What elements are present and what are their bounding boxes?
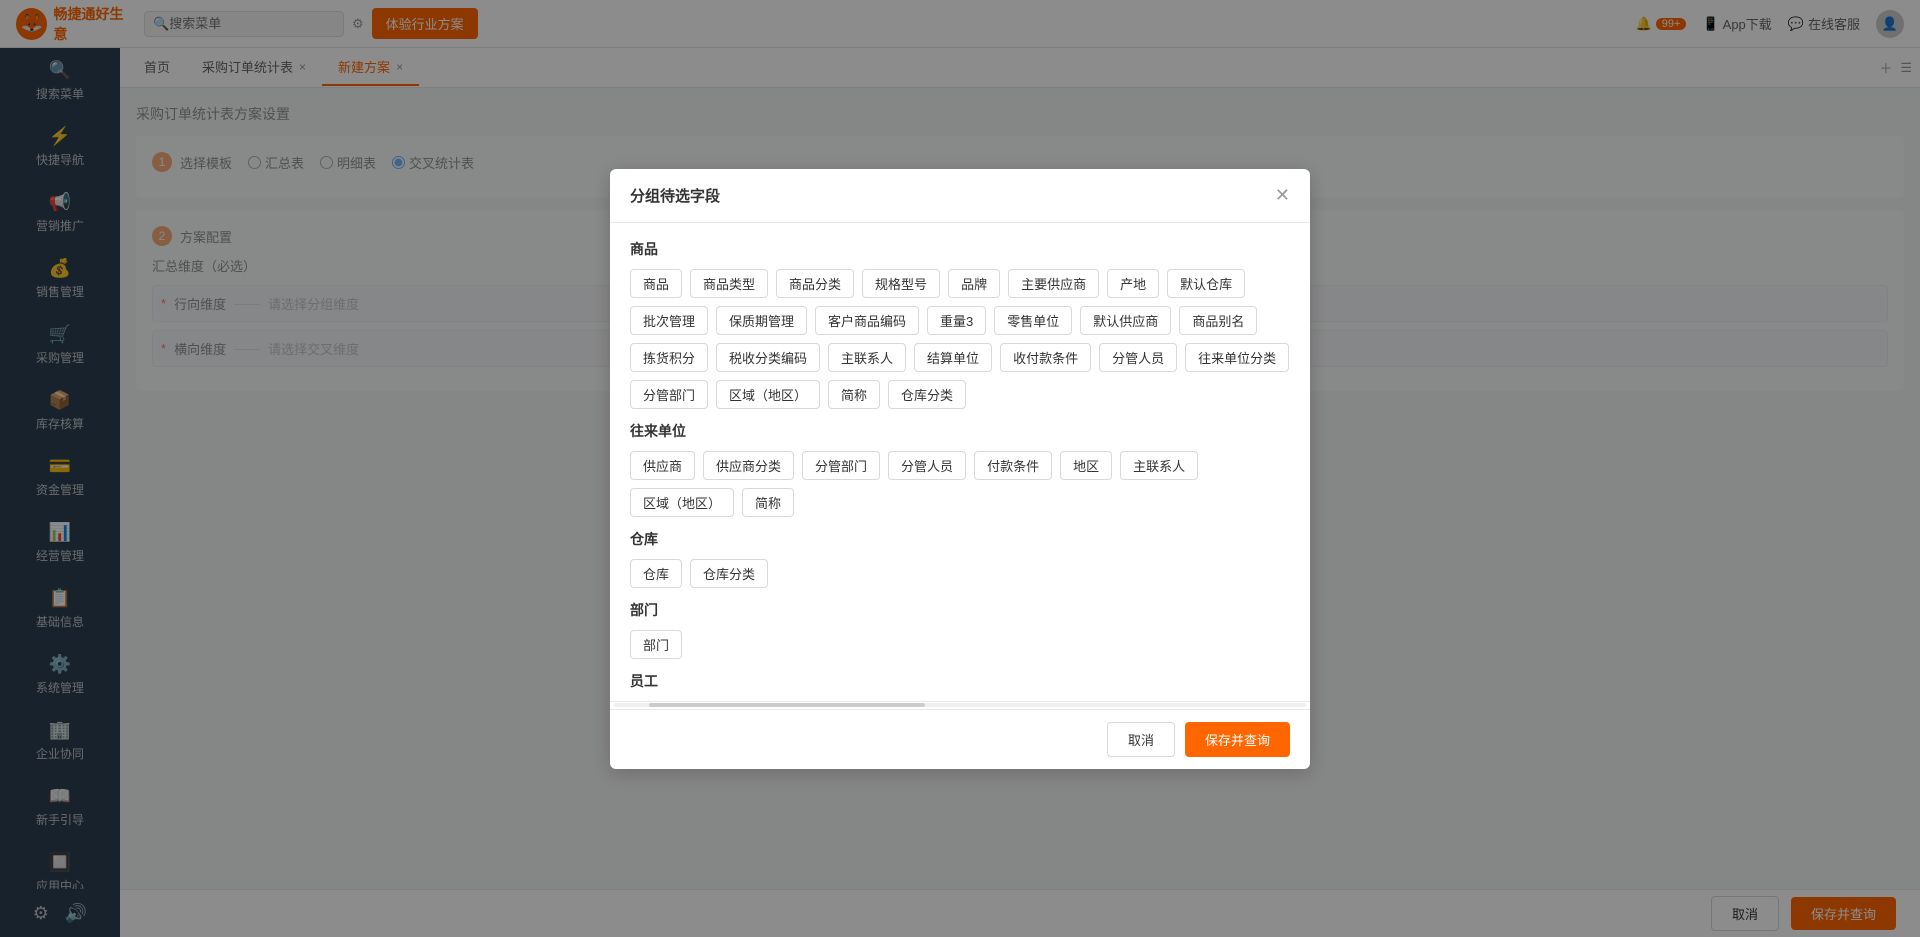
field-customer-code[interactable]: 客户商品编码 bbox=[815, 306, 919, 335]
modal-cancel-button[interactable]: 取消 bbox=[1107, 722, 1175, 757]
field-grid-dept: 部门 bbox=[630, 630, 1290, 659]
field-supplier[interactable]: 供应商 bbox=[630, 451, 695, 480]
field-dept-item[interactable]: 部门 bbox=[630, 630, 682, 659]
field-grid-goods: 商品 商品类型 商品分类 规格型号 品牌 主要供应商 产地 默认仓库 批次管理 … bbox=[630, 269, 1290, 409]
field-main-supplier[interactable]: 主要供应商 bbox=[1008, 269, 1099, 298]
section-title-dept: 部门 bbox=[630, 600, 1290, 620]
modal: 分组待选字段 ✕ 商品 商品 商品类型 商品分类 规格型号 品牌 主要供应商 产… bbox=[610, 169, 1310, 769]
field-short-name-sup[interactable]: 简称 bbox=[742, 488, 794, 517]
field-grid-warehouse: 仓库 仓库分类 bbox=[630, 559, 1290, 588]
field-goods-alias[interactable]: 商品别名 bbox=[1179, 306, 1257, 335]
modal-overlay: 分组待选字段 ✕ 商品 商品 商品类型 商品分类 规格型号 品牌 主要供应商 产… bbox=[0, 0, 1920, 937]
modal-footer: 取消 保存并查询 bbox=[610, 709, 1310, 769]
field-weight[interactable]: 重量3 bbox=[927, 306, 986, 335]
field-region-sup2[interactable]: 区域（地区） bbox=[630, 488, 734, 517]
field-goods-spec[interactable]: 规格型号 bbox=[862, 269, 940, 298]
field-expiry-mgmt[interactable]: 保质期管理 bbox=[716, 306, 807, 335]
section-title-warehouse: 仓库 bbox=[630, 529, 1290, 549]
hscroll-track bbox=[614, 703, 1306, 707]
field-origin[interactable]: 产地 bbox=[1107, 269, 1159, 298]
field-default-warehouse[interactable]: 默认仓库 bbox=[1167, 269, 1245, 298]
modal-body: 商品 商品 商品类型 商品分类 规格型号 品牌 主要供应商 产地 默认仓库 批次… bbox=[610, 223, 1310, 701]
modal-header: 分组待选字段 ✕ bbox=[610, 169, 1310, 223]
field-warehouse-cat[interactable]: 仓库分类 bbox=[690, 559, 768, 588]
field-tax-code[interactable]: 税收分类编码 bbox=[716, 343, 820, 372]
field-brand[interactable]: 品牌 bbox=[948, 269, 1000, 298]
field-goods[interactable]: 商品 bbox=[630, 269, 682, 298]
hscroll-thumb bbox=[649, 703, 926, 707]
section-title-staff: 员工 bbox=[630, 671, 1290, 691]
field-main-contact[interactable]: 主联系人 bbox=[828, 343, 906, 372]
field-goods-type[interactable]: 商品类型 bbox=[690, 269, 768, 298]
modal-horizontal-scroll[interactable] bbox=[610, 701, 1310, 709]
field-short-name-goods[interactable]: 简称 bbox=[828, 380, 880, 409]
field-main-contact-sup[interactable]: 主联系人 bbox=[1120, 451, 1198, 480]
field-warehouse[interactable]: 仓库 bbox=[630, 559, 682, 588]
field-goods-category[interactable]: 商品分类 bbox=[776, 269, 854, 298]
field-counterpart-category[interactable]: 往来单位分类 bbox=[1185, 343, 1289, 372]
field-supplier-cat[interactable]: 供应商分类 bbox=[703, 451, 794, 480]
modal-close-icon[interactable]: ✕ bbox=[1275, 185, 1290, 206]
field-pay-terms[interactable]: 付款条件 bbox=[974, 451, 1052, 480]
field-retail-unit[interactable]: 零售单位 bbox=[994, 306, 1072, 335]
modal-save-button[interactable]: 保存并查询 bbox=[1185, 722, 1290, 757]
section-title-counterpart: 往来单位 bbox=[630, 421, 1290, 441]
field-settlement-unit[interactable]: 结算单位 bbox=[914, 343, 992, 372]
field-supervisor[interactable]: 分管人员 bbox=[1099, 343, 1177, 372]
modal-title: 分组待选字段 bbox=[630, 185, 720, 206]
field-region-goods[interactable]: 区域（地区） bbox=[716, 380, 820, 409]
field-warehouse-cat-goods[interactable]: 仓库分类 bbox=[888, 380, 966, 409]
section-title-goods: 商品 bbox=[630, 239, 1290, 259]
field-pick-points[interactable]: 拣货积分 bbox=[630, 343, 708, 372]
field-payment-terms[interactable]: 收付款条件 bbox=[1000, 343, 1091, 372]
field-grid-counterpart: 供应商 供应商分类 分管部门 分管人员 付款条件 地区 主联系人 区域（地区） … bbox=[630, 451, 1290, 517]
field-default-supplier[interactable]: 默认供应商 bbox=[1080, 306, 1171, 335]
field-sup-dept[interactable]: 分管部门 bbox=[802, 451, 880, 480]
field-dept[interactable]: 分管部门 bbox=[630, 380, 708, 409]
field-batch-mgmt[interactable]: 批次管理 bbox=[630, 306, 708, 335]
field-region-sup[interactable]: 地区 bbox=[1060, 451, 1112, 480]
field-sup-supervisor[interactable]: 分管人员 bbox=[888, 451, 966, 480]
